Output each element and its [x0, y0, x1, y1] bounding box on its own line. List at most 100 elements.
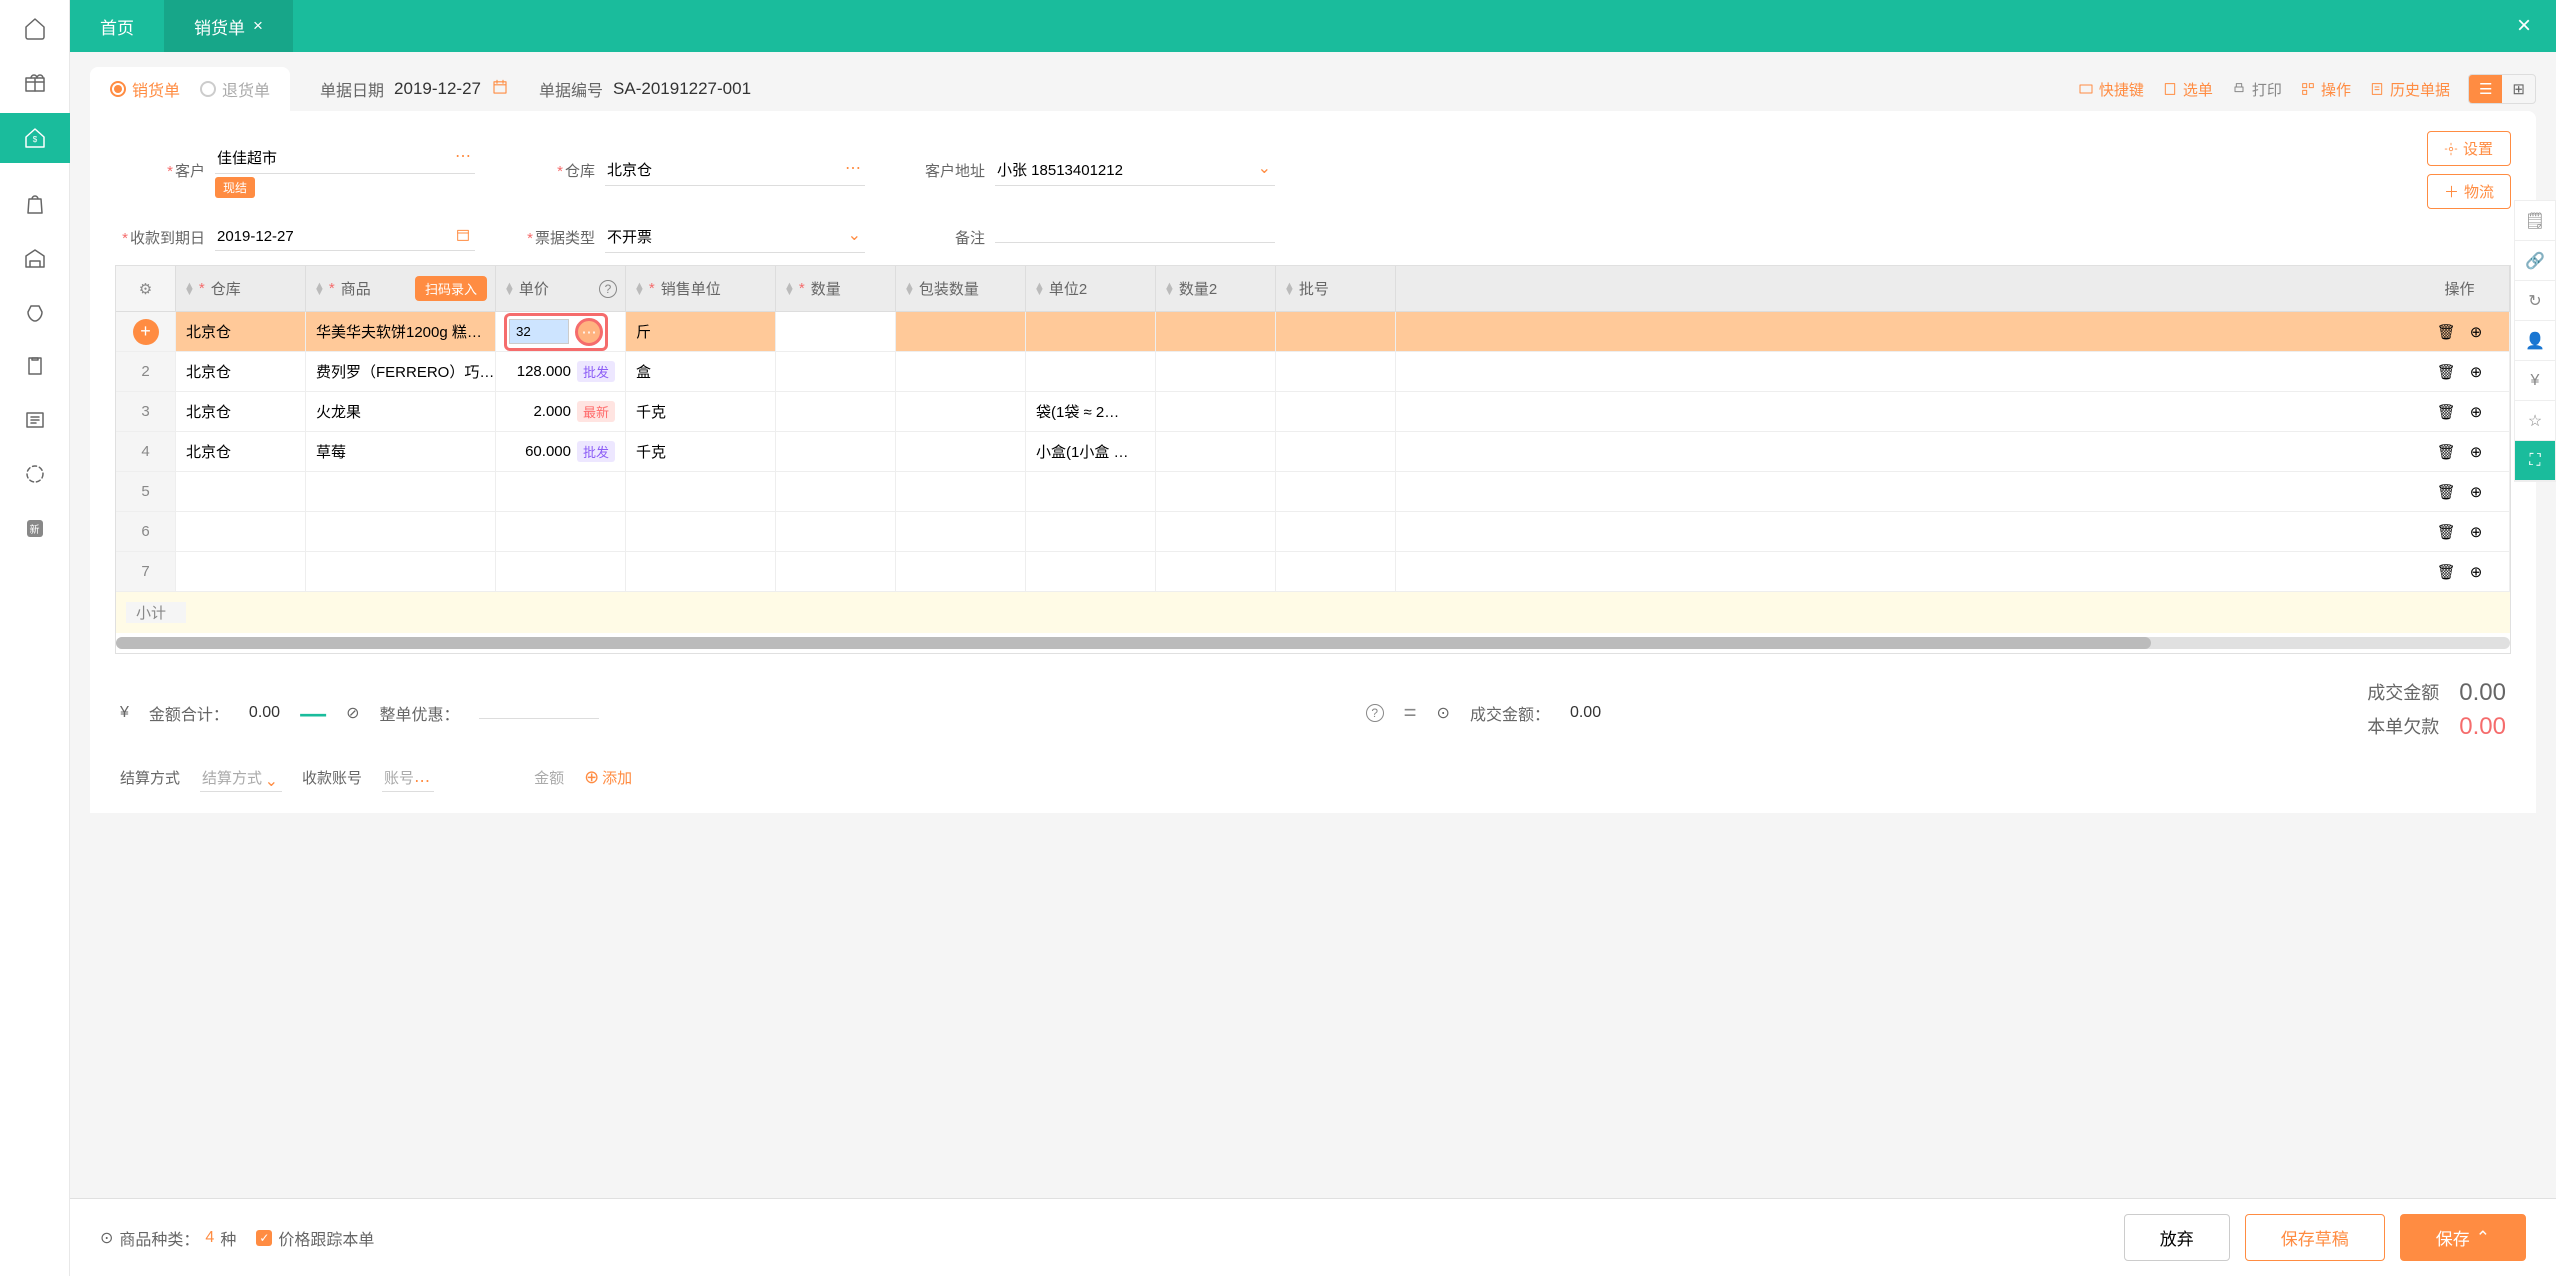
copy-icon[interactable]: ⊕ [2470, 483, 2483, 501]
settlement-tag: 现结 [215, 177, 255, 198]
radio-return[interactable]: 退货单 [200, 77, 270, 101]
table-row[interactable]: 5🗑⊕ [116, 472, 2510, 512]
track-price-checkbox[interactable]: ✓价格跟踪本单 [256, 1226, 374, 1250]
yen-icon: ¥ [120, 704, 129, 722]
view-grid-icon[interactable]: ⊞ [2502, 75, 2535, 103]
due-date-input[interactable]: 2019-12-27 [215, 223, 475, 251]
calendar-icon[interactable] [455, 227, 471, 248]
help-icon[interactable]: ? [1366, 704, 1384, 722]
save-button[interactable]: 保存 ⌃ [2400, 1214, 2526, 1261]
delete-icon[interactable]: 🗑 [2437, 323, 2456, 341]
copy-icon[interactable]: ⊕ [2470, 443, 2483, 461]
warehouse-input[interactable]: 北京仓 [605, 154, 865, 186]
doc-date-value[interactable]: 2019-12-27 [394, 79, 481, 99]
link-icon[interactable]: 🔗 [2515, 241, 2555, 281]
settings-button[interactable]: 设置 [2427, 131, 2511, 166]
chevron-down-icon[interactable]: ⌄ [848, 225, 861, 245]
sort-icon[interactable]: ▲▼ [504, 283, 515, 295]
sales-icon[interactable]: $ [0, 113, 70, 163]
bag-icon[interactable] [22, 191, 48, 217]
abandon-button[interactable]: 放弃 [2124, 1214, 2230, 1261]
copy-icon[interactable]: ⊕ [2470, 523, 2483, 541]
chevron-down-icon[interactable]: ⌄ [265, 771, 278, 791]
more-icon[interactable]: ⋯ [455, 146, 471, 166]
new-badge-icon[interactable]: 新 [22, 515, 48, 541]
calendar-icon[interactable] [491, 78, 509, 101]
warehouse-icon[interactable] [22, 245, 48, 271]
tab-home[interactable]: 首页 [70, 0, 164, 52]
kinds-value: 4 [205, 1229, 214, 1247]
customer-input[interactable]: 佳佳超市 [215, 142, 475, 174]
table-row[interactable]: 6🗑⊕ [116, 512, 2510, 552]
clipboard-icon[interactable] [22, 353, 48, 379]
copy-icon[interactable]: ⊕ [2470, 563, 2483, 581]
draft-button[interactable]: 保存草稿 [2245, 1214, 2385, 1261]
operate-button[interactable]: 操作 [2300, 79, 2351, 100]
summary-deal-value: 0.00 [2459, 679, 2506, 707]
delete-icon[interactable]: 🗑 [2437, 483, 2456, 501]
more-icon[interactable]: ⋯ [414, 771, 430, 791]
delete-icon[interactable]: 🗑 [2437, 523, 2456, 541]
sort-icon[interactable]: ▲▼ [184, 283, 195, 295]
table-row[interactable]: 2北京仓费列罗（FERRERO）巧…128.000批发盒🗑⊕ [116, 352, 2510, 392]
view-toggle: ☰ ⊞ [2468, 74, 2536, 104]
close-icon[interactable]: × [253, 16, 263, 36]
discount-input[interactable] [479, 708, 599, 719]
deal-amount-label: 成交金额： [1470, 701, 1550, 725]
expand-icon[interactable]: ⛶ [2515, 441, 2555, 481]
currency-icon[interactable]: ¥ [2515, 361, 2555, 401]
sort-icon[interactable]: ▲▼ [784, 283, 795, 295]
gear-icon[interactable]: ⚙ [139, 280, 152, 298]
sort-icon[interactable]: ▲▼ [904, 283, 915, 295]
select-doc-button[interactable]: 选单 [2162, 79, 2213, 100]
delete-icon[interactable]: 🗑 [2437, 403, 2456, 421]
table-row[interactable]: 7🗑⊕ [116, 552, 2510, 592]
view-list-icon[interactable]: ☰ [2469, 75, 2502, 103]
add-row-button[interactable]: + [133, 319, 159, 345]
more-button[interactable]: ⋯ [575, 318, 603, 346]
address-input[interactable]: 小张 18513401212 [995, 154, 1275, 186]
table-row[interactable]: 4北京仓草莓60.000批发千克小盒(1小盒 …🗑⊕ [116, 432, 2510, 472]
tab-sales[interactable]: 销货单 × [164, 0, 293, 52]
sort-icon[interactable]: ▲▼ [634, 283, 645, 295]
chevron-down-icon[interactable]: ⌄ [1258, 158, 1271, 178]
history-button[interactable]: 历史单据 [2369, 79, 2450, 100]
table-row[interactable]: +北京仓华美华夫软饼1200g 糕…⋯斤🗑⊕ [116, 312, 2510, 352]
copy-icon[interactable]: ⊕ [2470, 323, 2483, 341]
panel-close-icon[interactable]: × [2492, 12, 2556, 40]
print-button[interactable]: 打印 [2231, 79, 2282, 100]
user-icon[interactable]: 👤 [2515, 321, 2555, 361]
add-settle-button[interactable]: ⊕添加 [584, 767, 632, 788]
money-bag-icon[interactable] [22, 299, 48, 325]
scan-button[interactable]: 扫码录入 [415, 276, 487, 301]
delete-icon[interactable]: 🗑 [2437, 443, 2456, 461]
sort-icon[interactable]: ▲▼ [1034, 283, 1045, 295]
table-row[interactable]: 3北京仓火龙果2.000最新千克袋(1袋 ≈ 2…🗑⊕ [116, 392, 2510, 432]
sort-icon[interactable]: ▲▼ [1164, 283, 1175, 295]
copy-icon[interactable]: ⊕ [2470, 363, 2483, 381]
shortcut-button[interactable]: 快捷键 [2078, 79, 2144, 100]
delete-icon[interactable]: 🗑 [2437, 563, 2456, 581]
sort-icon[interactable]: ▲▼ [1284, 283, 1295, 295]
refresh-icon[interactable]: ↻ [2515, 281, 2555, 321]
sort-icon[interactable]: ▲▼ [314, 283, 325, 295]
delete-icon[interactable]: 🗑 [2437, 363, 2456, 381]
remark-input[interactable] [995, 232, 1275, 243]
logistics-button[interactable]: ＋物流 [2427, 174, 2511, 209]
list-icon[interactable] [22, 407, 48, 433]
price-input[interactable] [509, 319, 569, 344]
horizontal-scrollbar[interactable] [116, 637, 2510, 649]
help-icon[interactable]: ? [599, 280, 617, 298]
amount-total-label: 金额合计： [149, 701, 229, 725]
note-icon[interactable]: 🗒 [2515, 201, 2555, 241]
chevron-up-icon: ⌃ [2476, 1228, 2490, 1248]
loading-icon[interactable] [22, 461, 48, 487]
home-icon[interactable] [22, 15, 48, 41]
star-icon[interactable]: ☆ [2515, 401, 2555, 441]
gift-icon[interactable] [22, 69, 48, 95]
copy-icon[interactable]: ⊕ [2470, 403, 2483, 421]
invoice-type-input[interactable]: 不开票 [605, 221, 865, 253]
more-icon[interactable]: ⋯ [845, 158, 861, 178]
radio-sales[interactable]: 销货单 [110, 77, 180, 101]
kinds-icon: ⊙ [100, 1228, 113, 1248]
